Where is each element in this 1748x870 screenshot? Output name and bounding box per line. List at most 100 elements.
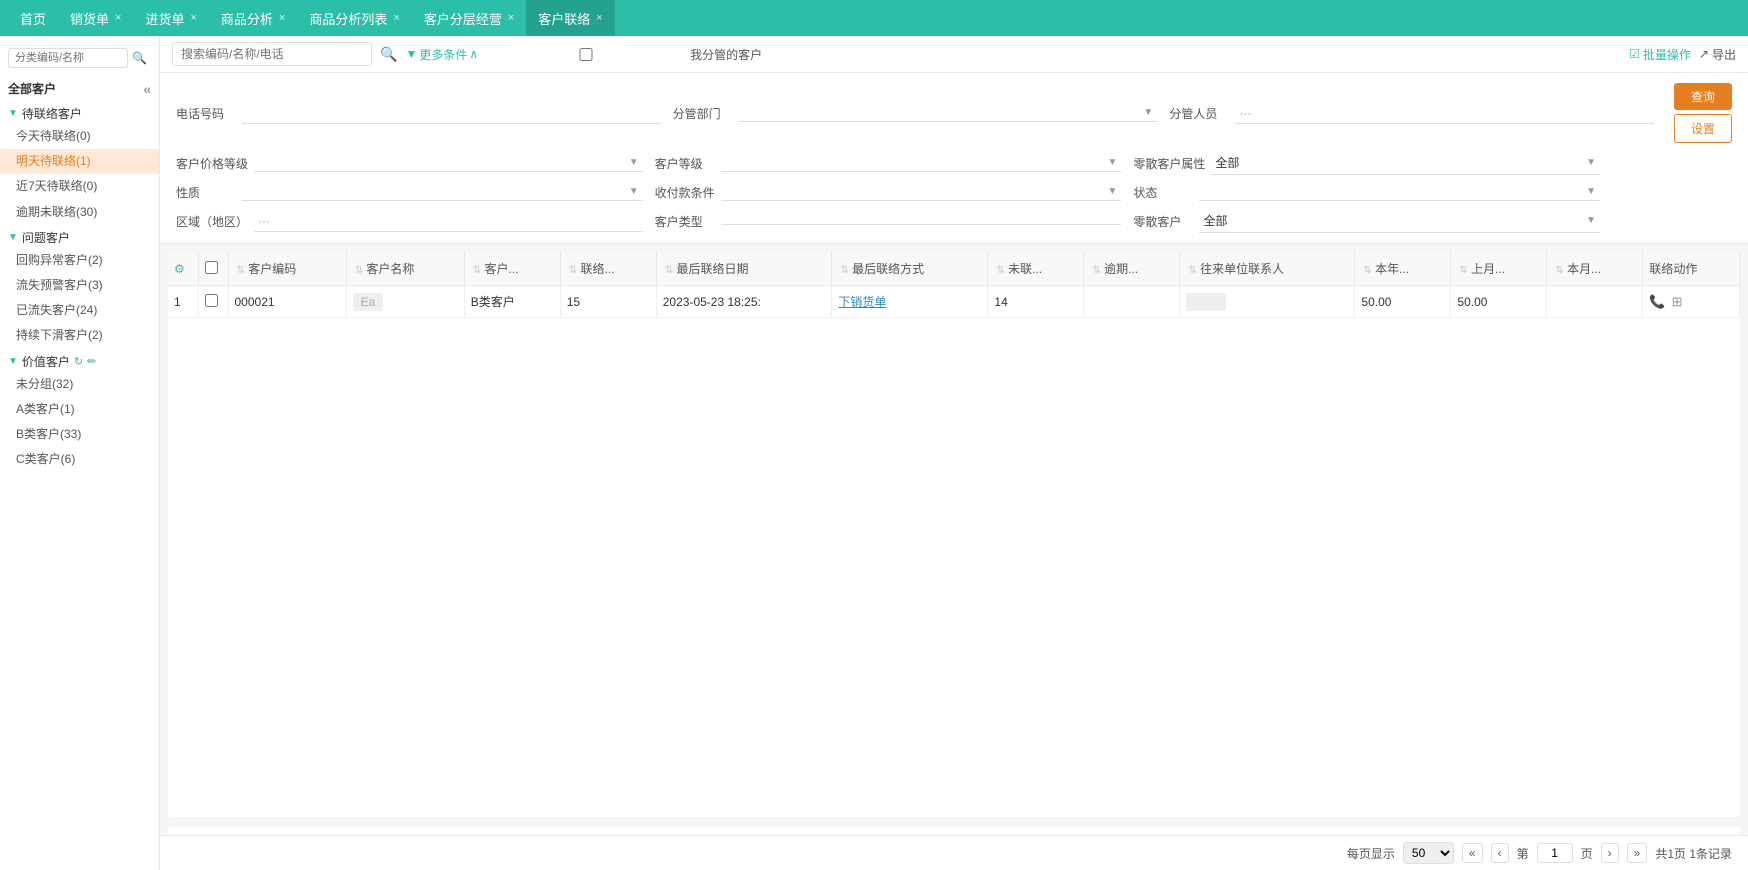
nav-item-product-analysis-list[interactable]: 商品分析列表 × [297, 0, 411, 36]
filter-customer-type-select[interactable] [721, 218, 1122, 225]
status-chevron-icon: ▼ [1586, 186, 1596, 197]
last-page-btn[interactable]: » [1627, 843, 1648, 863]
col-contact-person-sort-icon: ⇅ [1188, 265, 1196, 276]
close-sales-tab[interactable]: × [115, 12, 121, 24]
col-uncontacted[interactable]: ⇅ 未联... [988, 252, 1084, 286]
nav-item-customer-contact[interactable]: 客户联络 × [526, 0, 614, 36]
close-purchase-tab[interactable]: × [190, 12, 196, 24]
query-btn[interactable]: 查询 [1674, 83, 1732, 110]
filter-payment-select[interactable]: ▼ [721, 183, 1122, 201]
pending-contact-group[interactable]: ▼ 待联络客户 [0, 101, 159, 124]
col-contact-count[interactable]: ⇅ 联络... [560, 252, 656, 286]
nav-item-sales[interactable]: 销货单 × [58, 0, 133, 36]
next-page-btn[interactable]: › [1601, 843, 1619, 863]
col-name-sort-icon: ⇅ [355, 265, 363, 276]
nav-item-product-analysis[interactable]: 商品分析 × [209, 0, 297, 36]
sidebar-item-class-c[interactable]: C类客户(6) [0, 447, 159, 472]
sidebar-item-overdue-contact[interactable]: 逾期未联络(30) [0, 200, 159, 225]
col-this-year[interactable]: ⇅ 本年... [1355, 252, 1451, 286]
refresh-value-icon[interactable]: ↻ [74, 355, 83, 368]
close-product-analysis-tab[interactable]: × [279, 12, 285, 24]
my-customers-checkbox[interactable] [486, 48, 686, 61]
col-this-month[interactable]: ⇅ 本月... [1547, 252, 1643, 286]
row-checkbox[interactable] [205, 294, 218, 307]
filter-phone-input[interactable] [242, 103, 661, 124]
select-all-checkbox[interactable] [205, 261, 218, 274]
sidebar-item-tomorrow-contact[interactable]: 明天待联络(1) [0, 149, 159, 174]
toolbar-right: ☑ 批量操作 ↗ 导出 [1629, 46, 1736, 63]
close-customer-segment-tab[interactable]: × [508, 12, 514, 24]
contact-method-link[interactable]: 下销货单 [838, 295, 886, 309]
filter-actions: 查询 设置 [1674, 83, 1732, 143]
close-customer-contact-tab[interactable]: × [596, 12, 602, 24]
col-last-date-sort-icon: ⇅ [665, 265, 673, 276]
col-type[interactable]: ⇅ 客户... [464, 252, 560, 286]
filter-customer-level-select[interactable]: ▼ [721, 154, 1122, 172]
cell-last-contact-method[interactable]: 下销货单 [832, 286, 988, 318]
customer-level-chevron-icon: ▼ [1107, 157, 1117, 168]
cell-contact-count: 15 [560, 286, 656, 318]
value-customers-group[interactable]: ▼ 价值客户 ↻ ✏ [0, 349, 159, 372]
col-last-contact-method[interactable]: ⇅ 最后联络方式 [832, 252, 988, 286]
set-btn[interactable]: 设置 [1674, 114, 1732, 143]
filter-manager-select[interactable]: ··· [1235, 103, 1654, 124]
pending-contact-arrow: ▼ [8, 108, 18, 119]
filter-region-select[interactable]: ··· [254, 211, 643, 232]
col-actions: 联络动作 [1643, 252, 1740, 286]
cell-type: B类客户 [464, 286, 560, 318]
filter-dept-select[interactable]: ▼ [739, 104, 1158, 122]
sidebar-item-today-contact[interactable]: 今天待联络(0) [0, 124, 159, 149]
page-number-input[interactable] [1537, 843, 1573, 863]
first-page-btn[interactable]: « [1462, 843, 1483, 863]
sidebar-item-class-a[interactable]: A类客户(1) [0, 397, 159, 422]
col-name[interactable]: ⇅ 客户名称 [346, 252, 464, 286]
collapse-sidebar-icon[interactable]: « [143, 81, 151, 97]
sidebar-search-container: 🔍 [0, 44, 159, 72]
search-input[interactable] [172, 42, 372, 66]
col-overdue[interactable]: ⇅ 逾期... [1084, 252, 1180, 286]
grid-action-icon[interactable]: ⊞ [1672, 294, 1683, 310]
phone-action-icon[interactable]: 📞 [1649, 294, 1665, 310]
col-contact-person[interactable]: ⇅ 往来单位联系人 [1180, 252, 1355, 286]
sidebar-item-declining[interactable]: 持续下滑客户(2) [0, 323, 159, 348]
sidebar-item-ungrouped[interactable]: 未分组(32) [0, 372, 159, 397]
edit-value-icon[interactable]: ✏ [87, 355, 96, 368]
table-settings-icon[interactable]: ⚙ [174, 262, 185, 276]
col-last-contact-date[interactable]: ⇅ 最后联络日期 [656, 252, 832, 286]
filter-field-gender: 性质 ▼ [176, 183, 643, 201]
filter-btn[interactable]: ▼ 更多条件 ∧ [405, 46, 478, 63]
batch-op-btn[interactable]: ☑ 批量操作 [1629, 46, 1691, 63]
nav-item-customer-segment[interactable]: 客户分层经营 × [412, 0, 526, 36]
col-code[interactable]: ⇅ 客户编码 [228, 252, 346, 286]
sidebar-search-input[interactable] [8, 48, 128, 68]
filter-retail-customer-select[interactable]: 全部 ▼ [1199, 209, 1600, 233]
per-page-select[interactable]: 50 100 200 [1403, 842, 1454, 864]
search-icon[interactable]: 🔍 [380, 46, 397, 63]
export-btn[interactable]: ↗ 导出 [1699, 46, 1736, 63]
manager-dots-icon[interactable]: ··· [1239, 106, 1251, 120]
sidebar-search-icon[interactable]: 🔍 [132, 51, 147, 65]
table-header-row: ⚙ ⇅ 客户编码 ⇅ 客户名称 [168, 252, 1740, 286]
close-product-analysis-list-tab[interactable]: × [393, 12, 399, 24]
problem-customers-group[interactable]: ▼ 问题客户 [0, 225, 159, 248]
sidebar-item-class-b[interactable]: B类客户(33) [0, 422, 159, 447]
filter-gender-select[interactable]: ▼ [242, 183, 643, 201]
filter-price-level-select[interactable]: ▼ [254, 154, 643, 172]
prev-page-btn[interactable]: ‹ [1491, 843, 1509, 863]
region-dots-icon[interactable]: ··· [258, 214, 270, 228]
nav-item-purchase[interactable]: 进货单 × [133, 0, 208, 36]
sidebar-item-churn-warning[interactable]: 流失预警客户(3) [0, 273, 159, 298]
filter-retail-attr-select[interactable]: 全部 ▼ [1211, 151, 1600, 175]
horizontal-scrollbar[interactable] [168, 825, 1740, 835]
sidebar-item-churned[interactable]: 已流失客户(24) [0, 298, 159, 323]
sidebar-item-repurchase-abnormal[interactable]: 回购异常客户(2) [0, 248, 159, 273]
col-last-method-sort-icon: ⇅ [840, 265, 848, 276]
cell-this-year: 50.00 [1355, 286, 1451, 318]
filter-field-phone: 电话号码 [176, 103, 661, 124]
sidebar-item-7days-contact[interactable]: 近7天待联络(0) [0, 174, 159, 199]
filter-status-select[interactable]: ▼ [1199, 183, 1600, 201]
nav-item-home[interactable]: 首页 [8, 0, 58, 36]
customer-table: ⚙ ⇅ 客户编码 ⇅ 客户名称 [168, 252, 1740, 318]
col-last-month[interactable]: ⇅ 上月... [1451, 252, 1547, 286]
sidebar: 🔍 全部客户 « ▼ 待联络客户 今天待联络(0) 明天待联络(1) 近7天待联… [0, 36, 160, 870]
